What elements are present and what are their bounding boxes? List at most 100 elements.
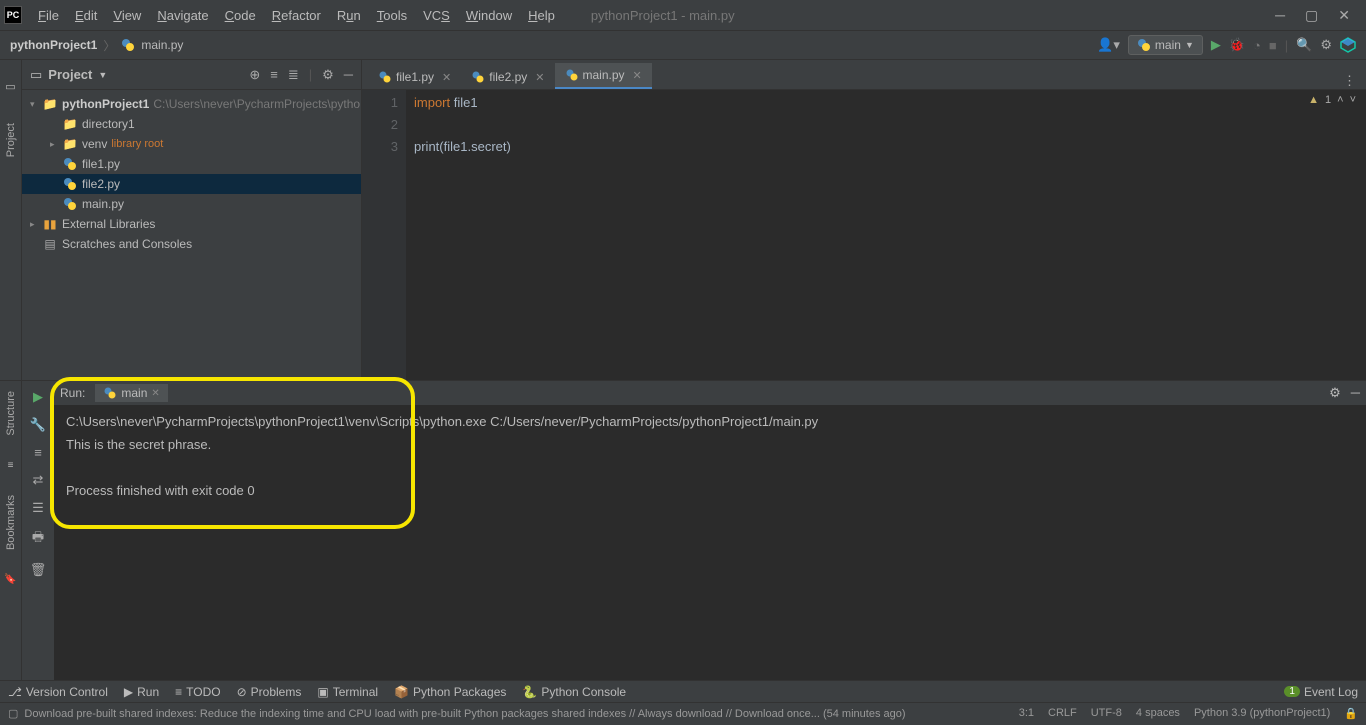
console-line: Process finished with exit code 0: [66, 483, 255, 498]
tree-ext-libs[interactable]: ▸ ▮▮ External Libraries: [22, 214, 361, 234]
bookmarks-tool-button[interactable]: Bookmarks: [5, 495, 17, 550]
tree-dir[interactable]: 📁 directory1: [22, 114, 361, 134]
line-number: 3: [362, 136, 398, 158]
close-tab-icon[interactable]: ✕: [151, 388, 159, 399]
collapse-all-icon[interactable]: ≣: [288, 67, 299, 83]
tree-file[interactable]: file1.py: [22, 154, 361, 174]
chevron-down-icon[interactable]: ▼: [98, 70, 107, 80]
tree-scratches[interactable]: ▤ Scratches and Consoles: [22, 234, 361, 254]
console-output[interactable]: C:\Users\never\PycharmProjects\pythonPro…: [54, 405, 1366, 680]
add-user-icon[interactable]: 👤▾: [1097, 37, 1120, 53]
chevron-down-icon[interactable]: ˅: [1350, 94, 1356, 106]
rerun-icon[interactable]: ▶: [33, 389, 43, 405]
close-tab-icon[interactable]: ✕: [442, 71, 451, 84]
tree-root[interactable]: ▾ 📁 pythonProject1 C:\Users\never\Pychar…: [22, 94, 361, 114]
menu-run[interactable]: Run: [331, 6, 367, 25]
python-icon: [103, 386, 117, 400]
caret-position[interactable]: 3:1: [1019, 707, 1034, 720]
code-content[interactable]: import file1 print(file1.secret): [406, 90, 1366, 380]
menu-code[interactable]: Code: [219, 6, 262, 25]
editor-tabs: file1.py ✕ file2.py ✕ main.py ✕ ⋮: [362, 60, 1366, 90]
delete-icon[interactable]: 🗑: [30, 562, 47, 578]
stop-icon[interactable]: 🔧: [30, 417, 46, 433]
breadcrumb-sep: 〉: [103, 37, 115, 54]
close-tab-icon[interactable]: ✕: [535, 71, 544, 84]
expand-all-icon[interactable]: ≡: [270, 67, 278, 83]
todo-button[interactable]: ≡ TODO: [175, 685, 220, 699]
line-separator[interactable]: CRLF: [1048, 707, 1077, 720]
project-label[interactable]: Project: [5, 123, 17, 157]
stop-button[interactable]: ■: [1269, 38, 1277, 53]
tab-label: file2.py: [489, 70, 527, 84]
menu-navigate[interactable]: Navigate: [151, 6, 214, 25]
chevron-right-icon[interactable]: ▸: [30, 219, 42, 230]
tab-file1[interactable]: file1.py ✕: [368, 65, 461, 89]
minimize-button[interactable]: ─: [1275, 7, 1285, 24]
menu-view[interactable]: View: [107, 6, 147, 25]
menu-tools[interactable]: Tools: [371, 6, 413, 25]
breadcrumb-project[interactable]: pythonProject1: [10, 38, 97, 52]
project-panel: ▭ Project ▼ ⊕ ≡ ≣ | ⚙ ─ ▾ 📁 pythonProjec…: [22, 60, 362, 380]
editor-tab-menu[interactable]: ⋮: [1333, 73, 1366, 89]
chevron-up-icon[interactable]: ˄: [1337, 94, 1343, 106]
gear-icon[interactable]: ⚙: [322, 67, 334, 83]
breadcrumb-file[interactable]: main.py: [141, 38, 183, 52]
tree-file[interactable]: main.py: [22, 194, 361, 214]
tree-venv[interactable]: ▸ 📁 venv library root: [22, 134, 361, 154]
menu-file[interactable]: File: [32, 6, 65, 25]
label: Run: [137, 685, 159, 699]
status-message[interactable]: Download pre-built shared indexes: Reduc…: [24, 708, 905, 720]
run-panel: Structure ≡ Bookmarks 🔖 ▶ 🔧 ≡ ⇄ ☰ 🖶 🗑 Ru…: [0, 380, 1366, 680]
run-button[interactable]: ▶: [1211, 37, 1221, 53]
close-button[interactable]: ✕: [1338, 7, 1350, 24]
status-icon[interactable]: ▢: [8, 707, 18, 720]
close-tab-icon[interactable]: ✕: [633, 69, 642, 82]
python-packages-button[interactable]: 📦 Python Packages: [394, 685, 506, 699]
wrap-icon[interactable]: ☰: [32, 500, 44, 516]
code-editor[interactable]: 1 2 3 import file1 print(file1.secret) ▲…: [362, 90, 1366, 380]
tree-file-selected[interactable]: file2.py: [22, 174, 361, 194]
menu-vcs[interactable]: VCS: [417, 6, 456, 25]
menu-edit[interactable]: Edit: [69, 6, 103, 25]
settings-icon[interactable]: ⚙: [1320, 37, 1332, 53]
warning-icon[interactable]: ▲: [1308, 94, 1319, 106]
status-bar: ▢ Download pre-built shared indexes: Red…: [0, 702, 1366, 724]
tree-root-path: C:\Users\never\PycharmProjects\pytho: [153, 97, 360, 111]
project-tool-button[interactable]: ▭: [5, 80, 15, 93]
lock-icon[interactable]: 🔒: [1344, 707, 1358, 720]
code-with-me-icon[interactable]: [1340, 37, 1356, 53]
tab-file2[interactable]: file2.py ✕: [461, 65, 554, 89]
event-log-button[interactable]: 1 Event Log: [1284, 685, 1358, 699]
problems-button[interactable]: ⊘ Problems: [237, 685, 302, 699]
maximize-button[interactable]: ▢: [1305, 7, 1318, 24]
filter-icon[interactable]: ⇄: [33, 472, 44, 488]
print-icon[interactable]: 🖶: [32, 528, 44, 550]
menu-help[interactable]: Help: [522, 6, 561, 25]
menu-window[interactable]: Window: [460, 6, 518, 25]
layout-icon[interactable]: ≡: [34, 445, 42, 460]
gear-icon[interactable]: ⚙: [1329, 385, 1341, 401]
run-config-selector[interactable]: main ▼: [1128, 35, 1203, 55]
indent[interactable]: 4 spaces: [1136, 707, 1180, 720]
run-button-bottom[interactable]: ▶ Run: [124, 685, 159, 699]
line-number: 1: [362, 92, 398, 114]
menu-refactor[interactable]: Refactor: [266, 6, 327, 25]
structure-tool-button[interactable]: Structure: [5, 391, 17, 436]
tab-main[interactable]: main.py ✕: [555, 63, 652, 89]
label: Terminal: [333, 685, 378, 699]
interpreter[interactable]: Python 3.9 (pythonProject1): [1194, 707, 1330, 720]
hide-panel-icon[interactable]: ─: [1351, 385, 1360, 401]
terminal-button[interactable]: ▣ Terminal: [317, 685, 378, 699]
project-title[interactable]: Project: [48, 67, 92, 82]
coverage-button[interactable]: ◔: [1253, 38, 1261, 53]
encoding[interactable]: UTF-8: [1091, 707, 1122, 720]
chevron-right-icon[interactable]: ▸: [50, 139, 62, 150]
select-opened-file-icon[interactable]: ⊕: [249, 67, 260, 83]
run-tab-main[interactable]: main ✕: [95, 384, 167, 402]
chevron-down-icon[interactable]: ▾: [30, 99, 42, 110]
search-everywhere-icon[interactable]: 🔍: [1296, 37, 1312, 53]
hide-panel-icon[interactable]: ─: [344, 67, 353, 83]
version-control-button[interactable]: ⎇ Version Control: [8, 685, 108, 699]
debug-button[interactable]: 🐞: [1229, 37, 1245, 53]
python-console-button[interactable]: 🐍 Python Console: [522, 685, 626, 699]
